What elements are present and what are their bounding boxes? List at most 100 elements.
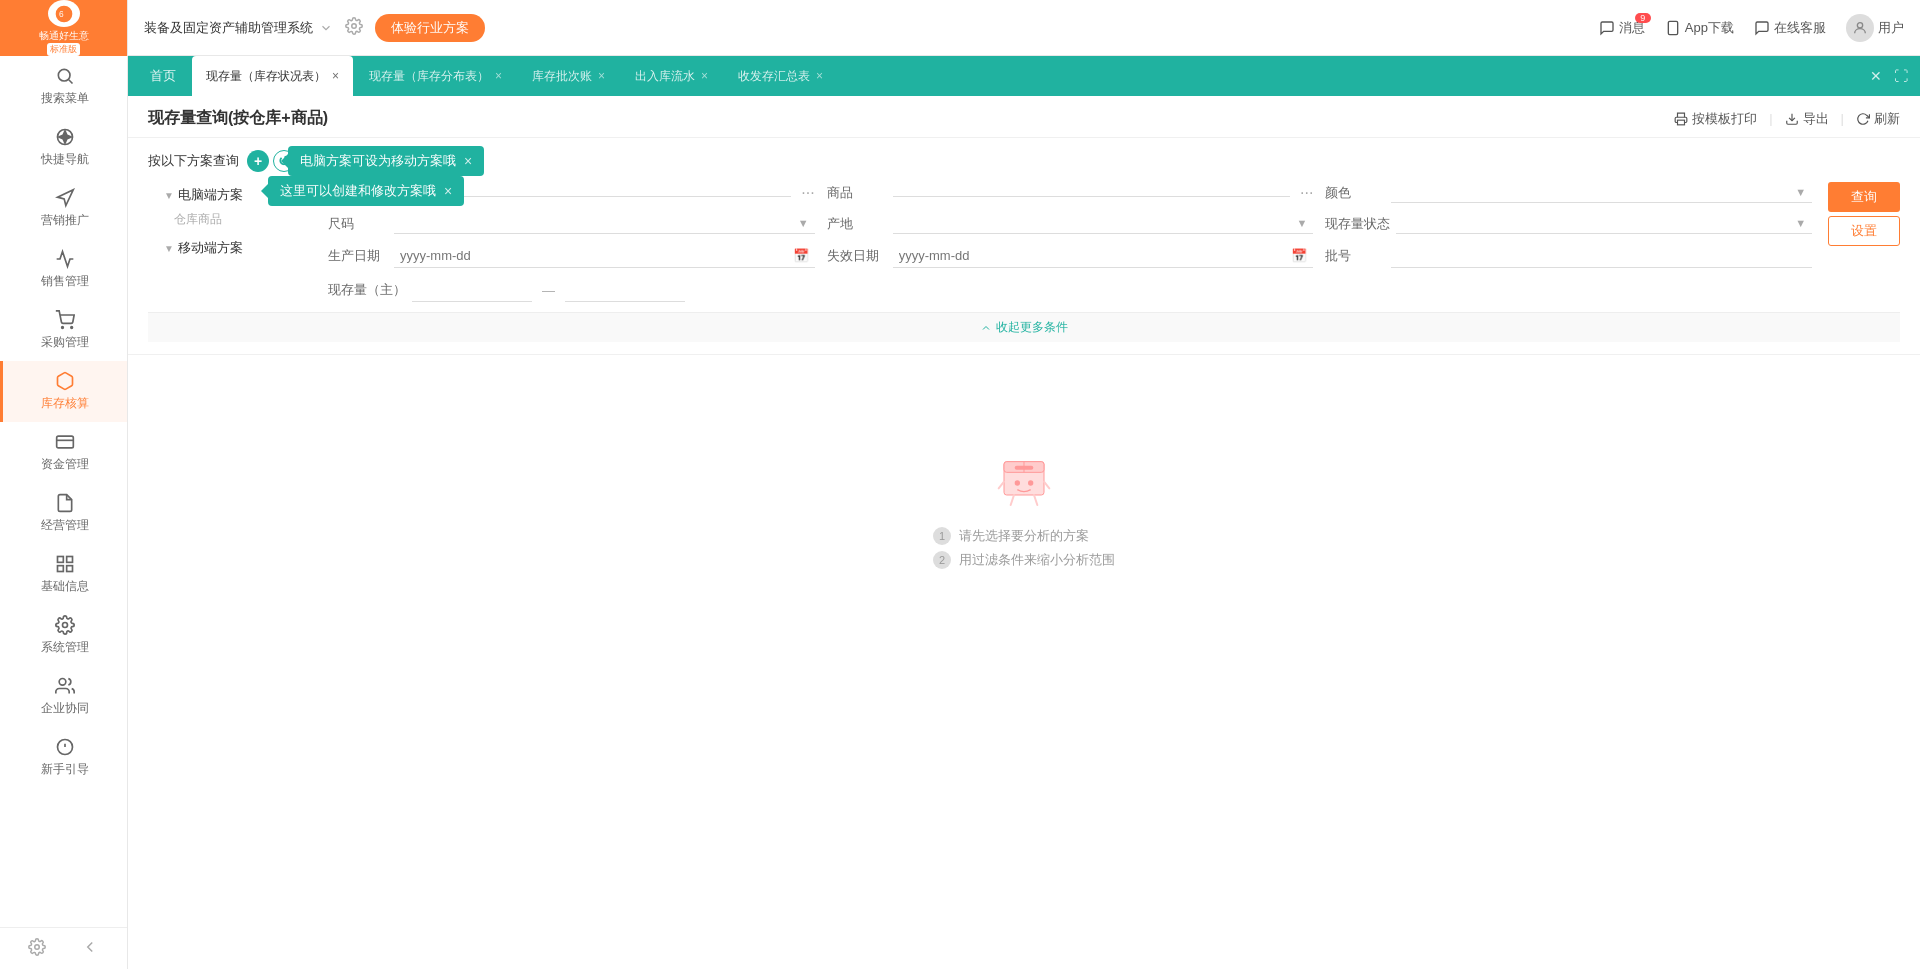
- print-button[interactable]: 按模板打印: [1674, 110, 1757, 128]
- tab-close-inout-flow[interactable]: ×: [701, 69, 708, 83]
- sidebar-item-enterprise[interactable]: 企业协同: [0, 666, 127, 727]
- sidebar-item-guide[interactable]: 新手引导: [0, 727, 127, 788]
- inv-qty-from-input[interactable]: [412, 278, 532, 302]
- filter-row-1: 仓库 ··· 商品 ···: [328, 182, 1812, 203]
- inv-qty-to-input[interactable]: [565, 278, 685, 302]
- page-header: 现存量查询(按仓库+商品) 按模板打印 | 导出 | 刷新: [128, 96, 1920, 138]
- tab-close-inventory-status[interactable]: ×: [332, 69, 339, 83]
- sidebar-item-sales[interactable]: 销售管理: [0, 239, 127, 300]
- tab-bar-actions: ✕ ⛶: [1866, 56, 1912, 96]
- scheme-node-mobile[interactable]: ▼ 移动端方案: [158, 235, 328, 261]
- sidebar-item-basicinfo[interactable]: 基础信息: [0, 544, 127, 605]
- reset-button[interactable]: 设置: [1828, 216, 1900, 246]
- tab-close-batch-ledger[interactable]: ×: [598, 69, 605, 83]
- top-header: 装备及固定资产辅助管理系统 体验行业方案 消息 9 App下载 在线客服: [128, 0, 1920, 56]
- tab-inventory-dist[interactable]: 现存量（库存分布表） ×: [355, 56, 516, 96]
- inv-status-dropdown-icon: ▼: [1795, 217, 1806, 229]
- sidebar-item-purchase[interactable]: 采购管理: [0, 300, 127, 361]
- prod-date-from[interactable]: 📅: [394, 244, 815, 268]
- app-download-button[interactable]: App下载: [1665, 19, 1734, 37]
- trial-button[interactable]: 体验行业方案: [375, 14, 485, 42]
- empty-step-1: 1 请先选择要分析的方案: [933, 527, 1115, 545]
- filter-area: 按以下方案查询 + ↺ « 电脑方案可设为移动方案哦 × 这里可以创: [128, 138, 1920, 355]
- tab-home[interactable]: 首页: [136, 56, 190, 96]
- sidebar-item-inventory[interactable]: 库存核算: [0, 361, 127, 422]
- empty-illustration: [984, 435, 1064, 515]
- settings-button[interactable]: [345, 17, 363, 38]
- search-button[interactable]: 查询: [1828, 182, 1900, 212]
- filter-field-color: 颜色 ▼: [1325, 182, 1812, 203]
- tab-recv-summary[interactable]: 收发存汇总表 ×: [724, 56, 837, 96]
- collapse-bar[interactable]: 收起更多条件: [148, 312, 1900, 342]
- sidebar-item-finance[interactable]: 资金管理: [0, 422, 127, 483]
- settings-icon[interactable]: [28, 938, 46, 959]
- exp-date-from-icon[interactable]: 📅: [1291, 248, 1307, 263]
- content-area: 现存量查询(按仓库+商品) 按模板打印 | 导出 | 刷新: [128, 96, 1920, 969]
- prod-date-from-input[interactable]: [400, 248, 789, 263]
- svg-line-3: [69, 80, 73, 84]
- tab-close-recv-summary[interactable]: ×: [816, 69, 823, 83]
- collapse-sidebar-icon[interactable]: [81, 938, 99, 959]
- inv-qty-label: 现存量（主）: [328, 281, 406, 299]
- sidebar-item-quicknav[interactable]: 快捷导航: [0, 117, 127, 178]
- header-right: 消息 9 App下载 在线客服 用户: [1599, 14, 1904, 42]
- exp-date-from-input[interactable]: [899, 248, 1288, 263]
- user-menu[interactable]: 用户: [1846, 14, 1904, 42]
- svg-point-31: [1028, 480, 1033, 485]
- prod-date-from-icon[interactable]: 📅: [793, 248, 809, 263]
- warehouse-dots[interactable]: ···: [801, 184, 814, 202]
- svg-line-34: [999, 482, 1004, 489]
- scheme-sub-item-warehouse[interactable]: 仓库商品: [174, 208, 328, 231]
- filter-field-prod-date: 生产日期 📅: [328, 244, 815, 268]
- export-button[interactable]: 导出: [1785, 110, 1829, 128]
- batch-input[interactable]: [1391, 244, 1812, 268]
- message-button[interactable]: 消息 9: [1599, 19, 1645, 37]
- range-sep: —: [542, 283, 555, 298]
- tab-batch-ledger[interactable]: 库存批次账 ×: [518, 56, 619, 96]
- scheme-popover-close[interactable]: ×: [464, 153, 472, 169]
- tab-fullscreen-button[interactable]: ⛶: [1890, 64, 1912, 88]
- svg-point-19: [35, 945, 40, 950]
- batch-label: 批号: [1325, 247, 1385, 265]
- tab-close-all-button[interactable]: ✕: [1866, 64, 1886, 88]
- origin-label: 产地: [827, 215, 887, 233]
- online-support-button[interactable]: 在线客服: [1754, 19, 1826, 37]
- app-badge: 标准版: [47, 43, 80, 56]
- prod-date-label: 生产日期: [328, 247, 388, 265]
- goods-label: 商品: [827, 184, 887, 202]
- refresh-button[interactable]: 刷新: [1856, 110, 1900, 128]
- edit-popover-close[interactable]: ×: [444, 183, 452, 199]
- inv-status-select[interactable]: ▼: [1396, 213, 1812, 234]
- arrow-icon: ▼: [164, 190, 174, 201]
- sidebar-item-system[interactable]: 系统管理: [0, 605, 127, 666]
- system-selector[interactable]: 装备及固定资产辅助管理系统: [144, 19, 333, 37]
- color-select[interactable]: ▼: [1391, 182, 1812, 203]
- goods-select[interactable]: [893, 188, 1290, 197]
- sidebar: 6 畅通好生意 标准版 搜索菜单 快捷导航 营销推广 销售管理 采购管理 库存核…: [0, 0, 128, 969]
- sidebar-item-marketing[interactable]: 营销推广: [0, 178, 127, 239]
- sidebar-item-operations[interactable]: 经营管理: [0, 483, 127, 544]
- empty-state: 1 请先选择要分析的方案 2 用过滤条件来缩小分析范围: [128, 355, 1920, 629]
- svg-rect-13: [58, 566, 64, 572]
- svg-point-7: [71, 327, 73, 329]
- step-num-2: 2: [933, 551, 951, 569]
- exp-date-label: 失效日期: [827, 247, 887, 265]
- svg-point-23: [1857, 22, 1862, 27]
- exp-date-from[interactable]: 📅: [893, 244, 1314, 268]
- tab-inventory-status[interactable]: 现存量（库存状况表） ×: [192, 56, 353, 96]
- size-select[interactable]: ▼: [394, 213, 815, 234]
- add-scheme-button[interactable]: +: [247, 150, 269, 172]
- size-label: 尺码: [328, 215, 388, 233]
- svg-point-6: [62, 327, 64, 329]
- filter-row-4: 现存量（主） —: [328, 278, 1812, 302]
- svg-line-32: [1011, 495, 1014, 505]
- svg-rect-29: [1015, 466, 1034, 470]
- goods-dots[interactable]: ···: [1300, 184, 1313, 202]
- origin-select[interactable]: ▼: [893, 213, 1314, 234]
- tab-close-inventory-dist[interactable]: ×: [495, 69, 502, 83]
- sidebar-item-search[interactable]: 搜索菜单: [0, 56, 127, 117]
- sidebar-logo: 6 畅通好生意 标准版: [0, 0, 127, 56]
- filter-field-inv-status: 现存量状态 ▼: [1325, 213, 1812, 234]
- filter-field-origin: 产地 ▼: [827, 213, 1314, 234]
- tab-inout-flow[interactable]: 出入库流水 ×: [621, 56, 722, 96]
